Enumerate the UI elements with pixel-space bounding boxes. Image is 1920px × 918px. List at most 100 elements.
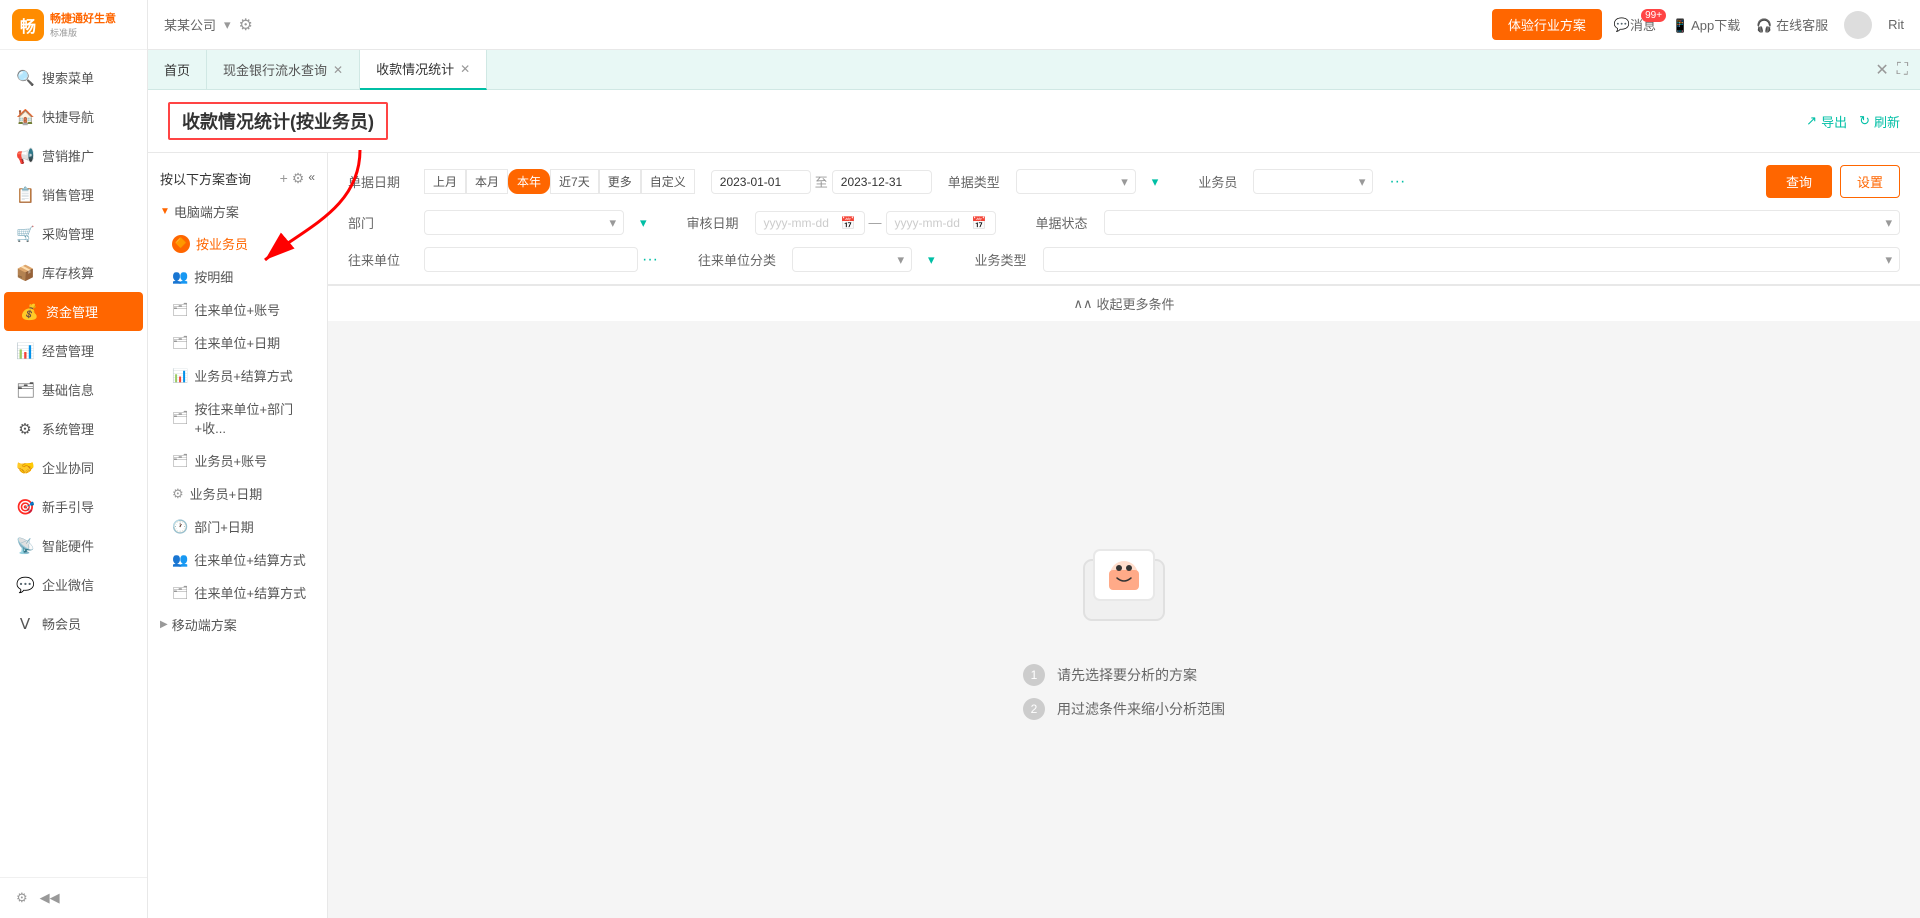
date-filter-label: 单据日期 xyxy=(348,172,408,191)
online-service-area[interactable]: 🎧 在线客服 xyxy=(1756,15,1828,34)
refresh-label: 刷新 xyxy=(1874,112,1900,131)
logo-icon: 畅 xyxy=(12,9,44,41)
desktop-section-header[interactable]: ▼ 电脑端方案 xyxy=(148,196,327,227)
salesman-select[interactable] xyxy=(1253,169,1373,194)
date-tab-last-7[interactable]: 近7天 xyxy=(550,169,599,194)
plan-item-partner-dept-recv[interactable]: 🗂 按往来单位+部门+收... xyxy=(148,392,327,444)
tab-bank-flow-close[interactable]: ✕ xyxy=(333,63,343,77)
plan-item-salesman-account[interactable]: 🗂 业务员+账号 xyxy=(148,444,327,477)
sidebar-item-sales[interactable]: 📋 销售管理 xyxy=(0,175,147,214)
plan-item-salesman-date[interactable]: ⚙ 业务员+日期 xyxy=(148,477,327,510)
doc-type-label: 单据类型 xyxy=(948,172,1000,191)
collapse-sidebar-icon[interactable]: ◀◀ xyxy=(40,890,60,906)
audit-date-to[interactable]: yyyy-mm-dd 📅 xyxy=(886,211,996,235)
plan-item-salesman-settle[interactable]: 📊 业务员+结算方式 xyxy=(148,359,327,392)
tab-home[interactable]: 首页 xyxy=(148,50,207,90)
query-button[interactable]: 查询 xyxy=(1766,165,1832,198)
settings-icon[interactable]: ⚙ xyxy=(16,890,28,906)
topbar-gear-icon[interactable]: ⚙ xyxy=(239,15,253,35)
plan-settings-icon[interactable]: ⚙ xyxy=(292,170,305,187)
date-tab-last-month[interactable]: 上月 xyxy=(424,169,466,194)
sidebar-item-guide[interactable]: 🎯 新手引导 xyxy=(0,487,147,526)
biz-type-select[interactable] xyxy=(1043,247,1900,272)
date-tab-this-year[interactable]: 本年 xyxy=(508,169,550,194)
sidebar-item-member[interactable]: Ⅴ 畅会员 xyxy=(0,604,147,643)
audit-date-separator: — xyxy=(869,215,882,230)
mobile-section-header[interactable]: ▶ 移动端方案 xyxy=(148,609,327,640)
export-btn[interactable]: ↗ 导出 xyxy=(1806,112,1847,131)
date-from-input[interactable] xyxy=(711,170,811,194)
sidebar-item-label: 经营管理 xyxy=(42,341,94,360)
sidebar-item-finance[interactable]: 💰 资金管理 xyxy=(4,292,143,331)
sidebar-item-basic-info[interactable]: 🗂 基础信息 xyxy=(0,370,147,409)
partner-more-btn[interactable]: ··· xyxy=(642,251,658,269)
company-dropdown-arrow[interactable]: ▾ xyxy=(224,17,231,33)
partner-category-chevron[interactable]: ▾ xyxy=(928,252,935,268)
collapse-bar[interactable]: ∧∧ 收起更多条件 xyxy=(328,285,1920,321)
tab-receipt-stats-close[interactable]: ✕ xyxy=(460,62,470,76)
avatar[interactable] xyxy=(1844,11,1872,39)
plan-item-by-salesman[interactable]: 🔶 按业务员 xyxy=(148,227,327,260)
sidebar-item-wechat[interactable]: 💬 企业微信 xyxy=(0,565,147,604)
partner-category-select[interactable] xyxy=(792,247,912,272)
settings-button[interactable]: 设置 xyxy=(1840,165,1900,198)
partner-settle1-icon: 👥 xyxy=(172,552,188,568)
doc-type-select[interactable] xyxy=(1016,169,1136,194)
window-close-icon[interactable]: ✕ xyxy=(1875,60,1888,80)
sidebar-item-quick-nav[interactable]: 🏠 快捷导航 xyxy=(0,97,147,136)
page: 收款情况统计(按业务员) ↗ 导出 ↻ 刷新 xyxy=(148,90,1920,918)
sidebar-item-operations[interactable]: 📊 经营管理 xyxy=(0,331,147,370)
date-tab-custom[interactable]: 自定义 xyxy=(641,169,695,194)
sidebar-item-hardware[interactable]: 📡 智能硬件 xyxy=(0,526,147,565)
plan-item-dept-date[interactable]: 🕐 部门+日期 xyxy=(148,510,327,543)
audit-date-from[interactable]: yyyy-mm-dd 📅 xyxy=(755,211,865,235)
tab-receipt-stats[interactable]: 收款情况统计 ✕ xyxy=(360,50,487,90)
topbar-right: 💬 消息 99+ 📱 App下载 🎧 在线客服 Rit xyxy=(1614,11,1904,39)
partner-dept-icon: 🗂 xyxy=(172,410,189,426)
sidebar-item-system[interactable]: ⚙ 系统管理 xyxy=(0,409,147,448)
date-to-input[interactable] xyxy=(832,170,932,194)
partner-input[interactable] xyxy=(424,247,638,272)
add-plan-icon[interactable]: + xyxy=(280,170,288,187)
dept-select[interactable] xyxy=(424,210,624,235)
doc-type-more-btn[interactable]: ▾ xyxy=(1152,174,1159,190)
date-tab-more[interactable]: 更多 xyxy=(599,169,641,194)
panel-collapse-icon[interactable]: « xyxy=(308,170,315,187)
filter-row-2: 部门 ▾ 审核日期 yyyy-mm-dd xyxy=(348,210,1900,235)
quick-nav-icon: 🏠 xyxy=(16,108,34,126)
window-maximize-icon[interactable]: ⛶ xyxy=(1897,61,1908,79)
dept-more-btn[interactable]: ▾ xyxy=(640,215,647,231)
sidebar-item-enterprise[interactable]: 🤝 企业协同 xyxy=(0,448,147,487)
sidebar-item-search-menu[interactable]: 🔍 搜索菜单 xyxy=(0,58,147,97)
calendar-icon-2[interactable]: 📅 xyxy=(972,216,987,230)
guide-icon: 🎯 xyxy=(16,498,34,516)
audit-date-from-placeholder: yyyy-mm-dd xyxy=(764,216,829,230)
doc-status-select[interactable] xyxy=(1104,210,1900,235)
audit-date-to-placeholder: yyyy-mm-dd xyxy=(895,216,960,230)
tab-bank-flow[interactable]: 现金银行流水查询 ✕ xyxy=(207,50,360,90)
user-name: Rit xyxy=(1888,17,1904,32)
step-2-text: 用过滤条件来缩小分析范围 xyxy=(1057,699,1225,719)
sidebar-item-purchase[interactable]: 🛒 采购管理 xyxy=(0,214,147,253)
app-download-area[interactable]: 📱 App下载 xyxy=(1672,15,1740,34)
plan-item-partner-settle1[interactable]: 👥 往来单位+结算方式 xyxy=(148,543,327,576)
plan-item-partner-settle2[interactable]: 🗂 往来单位+结算方式 xyxy=(148,576,327,609)
sidebar-item-inventory[interactable]: 📦 库存核算 xyxy=(0,253,147,292)
salesman-more-btn[interactable]: ··· xyxy=(1389,173,1405,191)
plan-item-label: 按明细 xyxy=(194,267,233,286)
trial-btn[interactable]: 体验行业方案 xyxy=(1492,9,1602,40)
sidebar-item-label: 快捷导航 xyxy=(42,107,94,126)
message-area[interactable]: 💬 消息 99+ xyxy=(1614,15,1656,34)
sidebar-item-marketing[interactable]: 📢 营销推广 xyxy=(0,136,147,175)
plan-item-partner-account[interactable]: 🗂 往来单位+账号 xyxy=(148,293,327,326)
plan-item-label: 往来单位+账号 xyxy=(195,300,281,319)
calendar-icon[interactable]: 📅 xyxy=(841,216,856,230)
empty-step-1: 1 请先选择要分析的方案 xyxy=(1023,664,1225,686)
page-actions: ↗ 导出 ↻ 刷新 xyxy=(1806,112,1900,131)
date-tab-this-month[interactable]: 本月 xyxy=(466,169,508,194)
sidebar-item-label: 企业微信 xyxy=(42,575,94,594)
refresh-btn[interactable]: ↻ 刷新 xyxy=(1859,112,1900,131)
panel-header: 按以下方案查询 + ⚙ « xyxy=(148,161,327,196)
plan-item-by-detail[interactable]: 👥 按明细 xyxy=(148,260,327,293)
plan-item-partner-date[interactable]: 🗂 往来单位+日期 xyxy=(148,326,327,359)
